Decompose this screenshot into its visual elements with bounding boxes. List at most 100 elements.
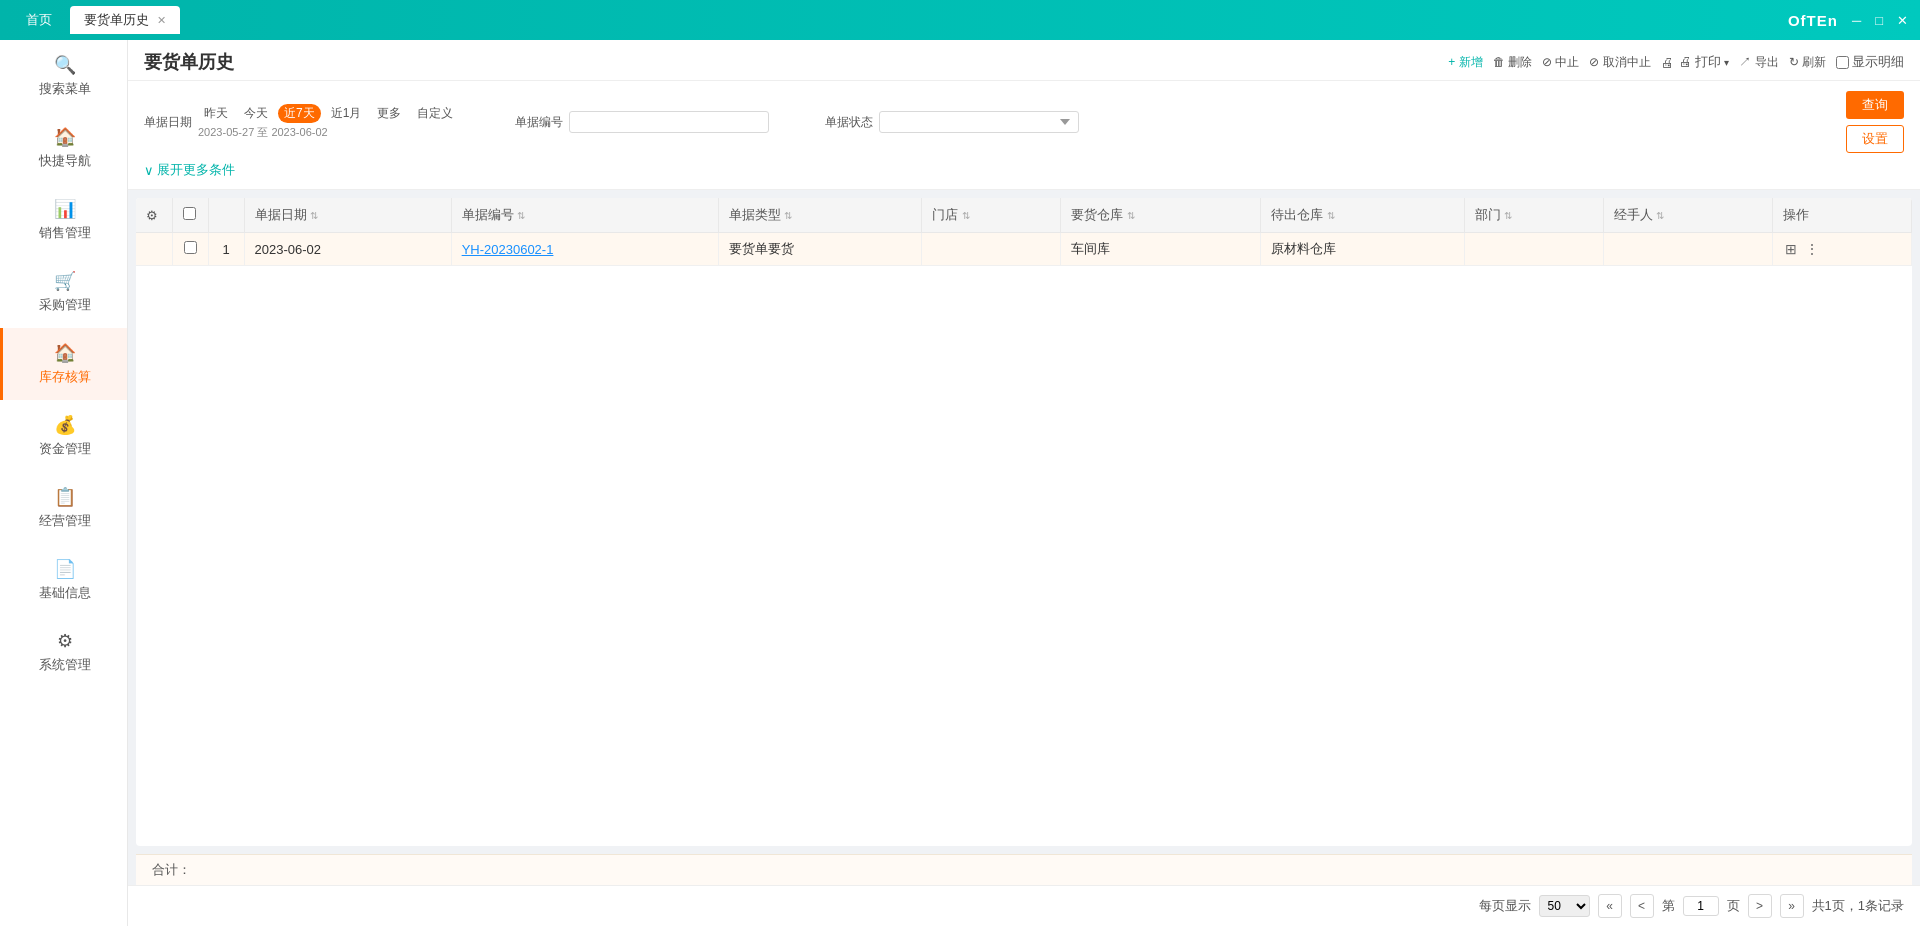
- th-handler-label: 经手人: [1614, 207, 1653, 222]
- th-date-label: 单据日期: [255, 207, 307, 222]
- table-header: ⚙ 单据日期 ⇅ 单据编号 ⇅: [136, 198, 1912, 233]
- th-operation: 操作: [1773, 198, 1912, 233]
- show-detail-toggle[interactable]: 显示明细: [1836, 53, 1904, 71]
- main-layout: 🔍 搜索菜单 🏠 快捷导航 📊 销售管理 🛒 采购管理 🏠 库存核算 💰 资金管…: [0, 40, 1920, 926]
- sidebar-item-finance[interactable]: 💰 资金管理: [0, 400, 127, 472]
- select-all-checkbox[interactable]: [183, 207, 196, 220]
- sidebar-item-operation[interactable]: 📋 经营管理: [0, 472, 127, 544]
- sidebar-item-sales[interactable]: 📊 销售管理: [0, 184, 127, 256]
- row-date: 2023-06-02: [255, 242, 322, 257]
- th-department[interactable]: 部门 ⇅: [1464, 198, 1603, 233]
- top-bar: 首页 要货单历史 ✕ OfTEn ─ □ ✕: [0, 0, 1920, 40]
- date-buttons: 昨天 今天 近7天 近1月 更多 自定义: [198, 104, 459, 123]
- setting-button[interactable]: 设置: [1846, 125, 1904, 153]
- op-view-icon[interactable]: ⊞: [1785, 241, 1797, 257]
- page-header: 要货单历史 + 新增 🗑 删除 ⊘ 中止 ⊘ 取消中止 🖨 🖨 打印 ▾ ↗ 导…: [128, 40, 1920, 81]
- td-store: [922, 233, 1061, 266]
- th-pending-warehouse[interactable]: 待出仓库 ⇅: [1261, 198, 1465, 233]
- th-store[interactable]: 门店 ⇅: [922, 198, 1061, 233]
- row-index: 1: [222, 242, 229, 257]
- td-req-warehouse: 车间库: [1060, 233, 1260, 266]
- sidebar-item-system[interactable]: ⚙ 系统管理: [0, 616, 127, 688]
- status-select[interactable]: [879, 111, 1079, 133]
- sidebar-item-system-label: 系统管理: [39, 656, 91, 674]
- sidebar: 🔍 搜索菜单 🏠 快捷导航 📊 销售管理 🛒 采购管理 🏠 库存核算 💰 资金管…: [0, 40, 128, 926]
- chart-icon: 📊: [54, 198, 76, 220]
- sidebar-item-inventory[interactable]: 🏠 库存核算: [0, 328, 127, 400]
- next-page-button[interactable]: >: [1748, 894, 1772, 918]
- sort-doctype-icon: ⇅: [784, 210, 792, 221]
- docno-input[interactable]: [569, 111, 769, 133]
- stop-button[interactable]: ⊘ 中止: [1542, 54, 1579, 71]
- export-button[interactable]: ↗ 导出: [1739, 54, 1778, 71]
- tab-close-icon[interactable]: ✕: [157, 14, 166, 27]
- maximize-icon[interactable]: □: [1875, 13, 1883, 28]
- refresh-button[interactable]: ↻ 刷新: [1789, 54, 1826, 71]
- expand-filter-button[interactable]: ∨ 展开更多条件: [144, 161, 235, 179]
- th-checkbox: [172, 198, 208, 233]
- page-suffix: 页: [1727, 897, 1740, 915]
- print-dropdown-icon[interactable]: ▾: [1724, 57, 1729, 68]
- page-label: 第: [1662, 897, 1675, 915]
- tab-history[interactable]: 要货单历史 ✕: [70, 6, 180, 34]
- sort-department-icon: ⇅: [1504, 210, 1512, 221]
- sidebar-item-purchase[interactable]: 🛒 采购管理: [0, 256, 127, 328]
- minimize-icon[interactable]: ─: [1852, 13, 1861, 28]
- row-checkbox[interactable]: [184, 241, 197, 254]
- date-btn-today[interactable]: 今天: [238, 104, 274, 123]
- th-operation-label: 操作: [1783, 207, 1809, 222]
- warehouse-icon: 🏠: [54, 342, 76, 364]
- th-docno[interactable]: 单据编号 ⇅: [451, 198, 718, 233]
- sidebar-item-base-info[interactable]: 📄 基础信息: [0, 544, 127, 616]
- add-button[interactable]: + 新增: [1448, 54, 1482, 71]
- date-btn-1month[interactable]: 近1月: [325, 104, 368, 123]
- finance-icon: 💰: [54, 414, 76, 436]
- page-size-select[interactable]: 50 20 100: [1539, 895, 1590, 917]
- data-table: ⚙ 单据日期 ⇅ 单据编号 ⇅: [136, 198, 1912, 266]
- query-button[interactable]: 查询: [1846, 91, 1904, 119]
- expand-label: 展开更多条件: [157, 161, 235, 179]
- date-btn-7days[interactable]: 近7天: [278, 104, 321, 123]
- date-range-display: 2023-05-27 至 2023-06-02: [198, 125, 459, 140]
- summary-bar: 合计：: [136, 854, 1912, 885]
- row-req-warehouse: 车间库: [1071, 241, 1110, 256]
- sort-pending-warehouse-icon: ⇅: [1327, 210, 1335, 221]
- content-area: 要货单历史 + 新增 🗑 删除 ⊘ 中止 ⊘ 取消中止 🖨 🖨 打印 ▾ ↗ 导…: [128, 40, 1920, 926]
- sidebar-item-inventory-label: 库存核算: [39, 368, 91, 386]
- operation-icon: 📋: [54, 486, 76, 508]
- th-date[interactable]: 单据日期 ⇅: [244, 198, 451, 233]
- date-btn-custom[interactable]: 自定义: [411, 104, 459, 123]
- search-icon: 🔍: [54, 54, 76, 76]
- summary-label: 合计：: [152, 862, 191, 877]
- document-icon: 📄: [54, 558, 76, 580]
- td-date: 2023-06-02: [244, 233, 451, 266]
- close-window-icon[interactable]: ✕: [1897, 13, 1908, 28]
- op-more-icon[interactable]: ⋮: [1805, 241, 1819, 257]
- sort-date-icon: ⇅: [310, 210, 318, 221]
- page-size-label: 每页显示: [1479, 897, 1531, 915]
- delete-button[interactable]: 🗑 删除: [1493, 54, 1532, 71]
- th-settings[interactable]: ⚙: [136, 198, 172, 233]
- date-btn-yesterday[interactable]: 昨天: [198, 104, 234, 123]
- sidebar-item-search[interactable]: 🔍 搜索菜单: [0, 40, 127, 112]
- last-page-button[interactable]: »: [1780, 894, 1804, 918]
- td-docno: YH-20230602-1: [451, 233, 718, 266]
- print-button[interactable]: 🖨 🖨 打印 ▾: [1661, 53, 1730, 71]
- sidebar-item-quick-nav[interactable]: 🏠 快捷导航: [0, 112, 127, 184]
- show-detail-checkbox[interactable]: [1836, 56, 1849, 69]
- th-req-warehouse-label: 要货仓库: [1071, 207, 1123, 222]
- th-handler[interactable]: 经手人 ⇅: [1603, 198, 1773, 233]
- row-docno-link[interactable]: YH-20230602-1: [462, 242, 554, 257]
- sidebar-item-search-label: 搜索菜单: [39, 80, 91, 98]
- date-btn-more[interactable]: 更多: [371, 104, 407, 123]
- prev-page-button[interactable]: <: [1630, 894, 1654, 918]
- filter-bar: 单据日期 昨天 今天 近7天 近1月 更多 自定义 2023-05-27 至 2…: [128, 81, 1920, 190]
- th-department-label: 部门: [1475, 207, 1501, 222]
- first-page-button[interactable]: «: [1598, 894, 1622, 918]
- sidebar-item-operation-label: 经营管理: [39, 512, 91, 530]
- tab-home[interactable]: 首页: [12, 6, 66, 34]
- th-req-warehouse[interactable]: 要货仓库 ⇅: [1060, 198, 1260, 233]
- cancel-stop-button[interactable]: ⊘ 取消中止: [1589, 54, 1650, 71]
- page-number-input[interactable]: [1683, 896, 1719, 916]
- th-doctype[interactable]: 单据类型 ⇅: [718, 198, 922, 233]
